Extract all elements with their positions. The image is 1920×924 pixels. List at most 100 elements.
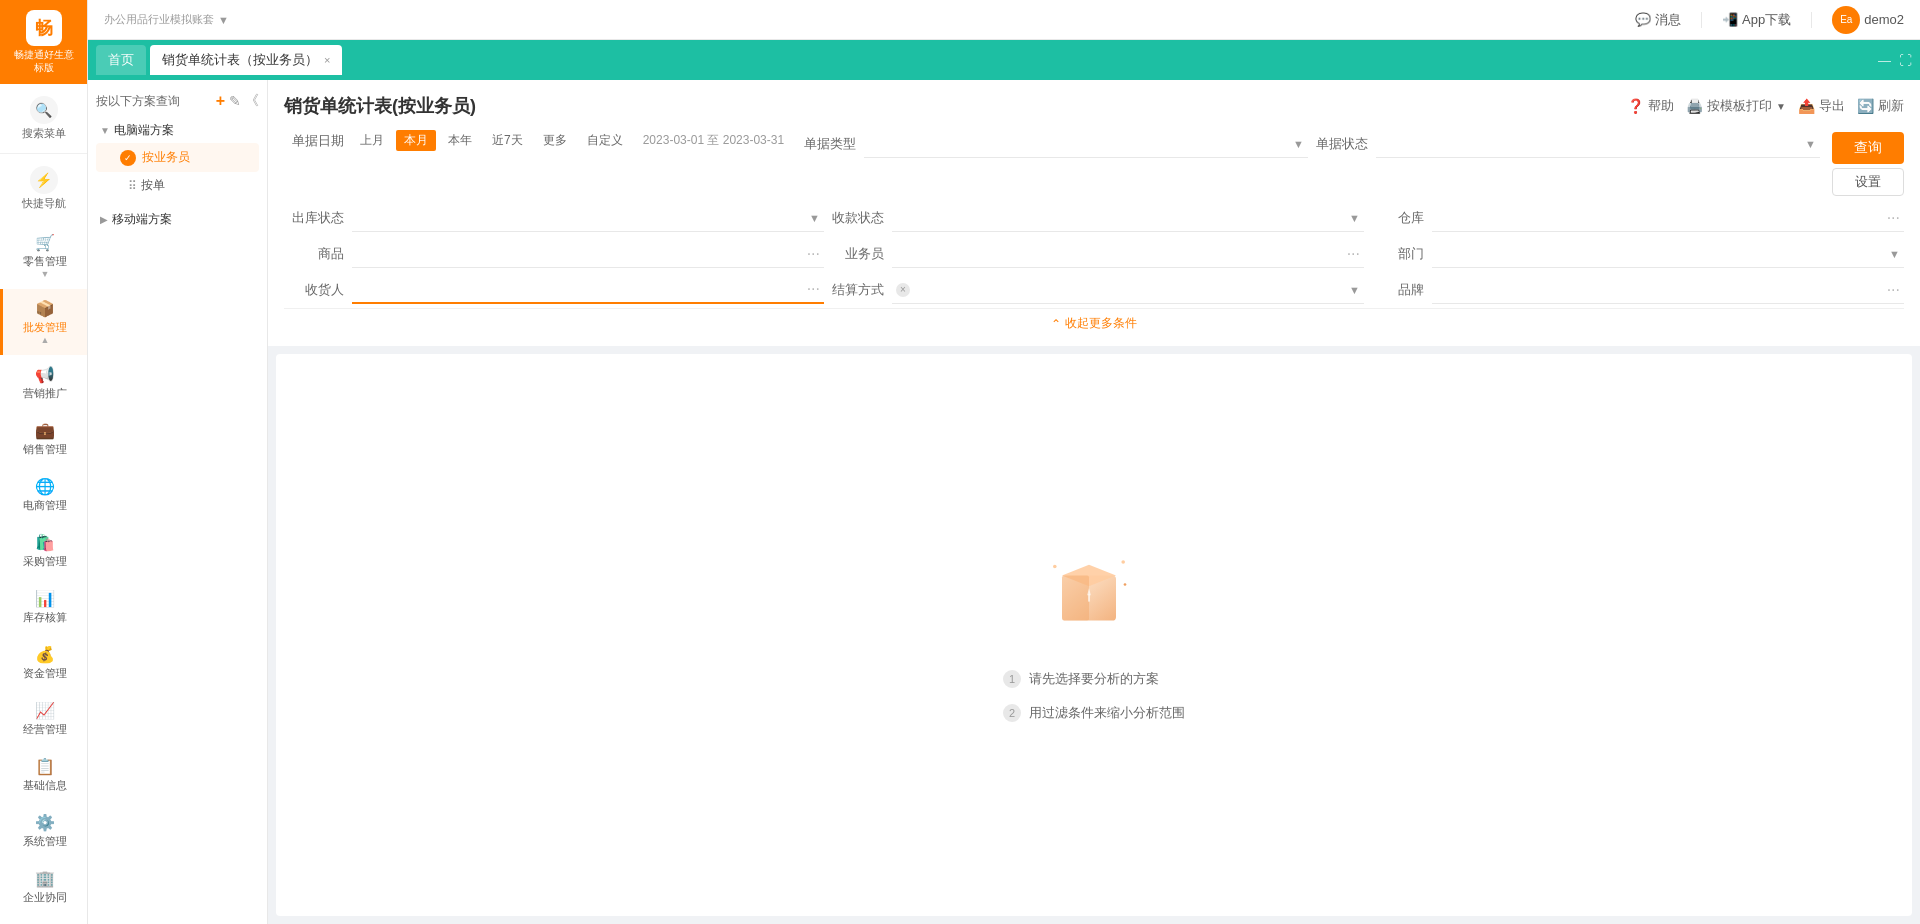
scheme-group-mobile: ▶ 移动端方案 bbox=[96, 207, 259, 232]
date-btn-last-month[interactable]: 上月 bbox=[352, 130, 392, 151]
shortcut-nav-button[interactable]: ⚡ 快捷导航 bbox=[4, 162, 83, 215]
export-icon: 📤 bbox=[1798, 98, 1815, 114]
left-panel-title: 按以下方案查询 + ✎ 《 bbox=[96, 92, 259, 110]
inventory-icon: 📊 bbox=[35, 589, 55, 608]
retail-icon: 🛒 bbox=[35, 233, 55, 252]
salesperson-input[interactable]: ··· bbox=[892, 240, 1364, 268]
sidebar-item-enterprise[interactable]: 🏢 企业协同 bbox=[0, 859, 87, 915]
company-selector[interactable]: 办公用品行业模拟账套 ▼ bbox=[104, 12, 229, 27]
logo-icon: 畅 bbox=[26, 10, 62, 46]
help-button[interactable]: ❓ 帮助 bbox=[1627, 97, 1674, 115]
salesperson-dots-icon: ··· bbox=[1347, 245, 1360, 263]
payment-status-select[interactable]: ▼ bbox=[892, 204, 1364, 232]
date-shortcuts: 上月 本月 本年 近7天 更多 自定义 2023-03-01 至 2023-03… bbox=[352, 130, 784, 151]
recipient-dots-icon: ··· bbox=[807, 280, 820, 298]
enterprise-icon: 🏢 bbox=[35, 869, 55, 888]
brand-input[interactable]: ··· bbox=[1432, 276, 1904, 304]
collapse-more-button[interactable]: ⌃ 收起更多条件 bbox=[284, 308, 1904, 338]
empty-step-2: 2 用过滤条件来缩小分析范围 bbox=[1003, 700, 1185, 726]
step2-num: 2 bbox=[1003, 704, 1021, 722]
search-menu-button[interactable]: 🔍 搜索菜单 bbox=[4, 92, 83, 145]
basic-icon: 📋 bbox=[35, 757, 55, 776]
doc-type-select[interactable]: ▼ bbox=[864, 130, 1308, 158]
doc-status-select[interactable]: ▼ bbox=[1376, 130, 1820, 158]
main-nav: 🛒 零售管理 ▼ 📦 批发管理 ▲ 📢 营销推广 💼 销售管理 🌐 电商管理 🛍… bbox=[0, 223, 87, 924]
collapse-arrow-icon: ⌃ bbox=[1051, 317, 1061, 331]
sidebar-search-area: 🔍 搜索菜单 bbox=[0, 84, 87, 154]
brand-dots-icon: ··· bbox=[1887, 281, 1900, 299]
refresh-button[interactable]: 🔄 刷新 bbox=[1857, 97, 1904, 115]
sidebar-shortcut-area: ⚡ 快捷导航 bbox=[0, 154, 87, 223]
user-menu-button[interactable]: Ea demo2 bbox=[1832, 6, 1904, 34]
svg-rect-7 bbox=[1088, 594, 1090, 601]
settings-button[interactable]: 设置 bbox=[1832, 168, 1904, 196]
tab-maximize-icon[interactable]: ⛶ bbox=[1899, 53, 1912, 68]
date-btn-this-month[interactable]: 本月 bbox=[396, 130, 436, 151]
export-button[interactable]: 📤 导出 bbox=[1798, 97, 1845, 115]
doc-status-arrow-icon: ▼ bbox=[1805, 138, 1816, 150]
tab-close-icon[interactable]: × bbox=[324, 54, 330, 66]
query-button[interactable]: 查询 bbox=[1832, 132, 1904, 164]
department-select[interactable]: ▼ bbox=[1432, 240, 1904, 268]
sidebar-item-system[interactable]: ⚙️ 系统管理 bbox=[0, 803, 87, 859]
settlement-filter-group: 结算方式 × ▼ bbox=[824, 276, 1364, 304]
department-label: 部门 bbox=[1364, 245, 1432, 263]
edit-scheme-button[interactable]: ✎ bbox=[229, 93, 241, 109]
collapse-panel-button[interactable]: 《 bbox=[245, 92, 259, 110]
settlement-clear-icon[interactable]: × bbox=[896, 283, 910, 297]
action-buttons: 查询 设置 bbox=[1832, 130, 1904, 196]
recipient-filter-group: 收货人 ··· bbox=[284, 276, 824, 304]
sidebar-item-finance[interactable]: 💰 资金管理 bbox=[0, 635, 87, 691]
mobile-scheme-toggle[interactable]: ▶ 移动端方案 bbox=[96, 207, 259, 232]
messages-button[interactable]: 💬 消息 bbox=[1635, 11, 1681, 29]
goods-input[interactable]: ··· bbox=[352, 240, 824, 268]
out-status-select[interactable]: ▼ bbox=[352, 204, 824, 232]
date-btn-this-year[interactable]: 本年 bbox=[440, 130, 480, 151]
date-btn-7days[interactable]: 近7天 bbox=[484, 130, 531, 151]
date-btn-custom[interactable]: 自定义 bbox=[579, 130, 631, 151]
settlement-select[interactable]: × ▼ bbox=[892, 276, 1364, 304]
sub-scheme-icon: ⠿ bbox=[128, 179, 137, 193]
print-button[interactable]: 🖨️ 按模板打印 ▼ bbox=[1686, 97, 1786, 115]
group-expand-icon: ▼ bbox=[100, 125, 110, 136]
goods-label: 商品 bbox=[284, 245, 352, 263]
tab-expand-area: — ⛶ bbox=[1878, 53, 1912, 68]
svg-point-4 bbox=[1121, 560, 1125, 564]
recipient-label: 收货人 bbox=[284, 281, 352, 299]
tab-home[interactable]: 首页 bbox=[96, 45, 146, 75]
avatar-text: Ea bbox=[1840, 14, 1852, 25]
sidebar-item-newbie[interactable]: 🌟 新手引导 bbox=[0, 915, 87, 924]
desktop-scheme-toggle[interactable]: ▼ 电脑端方案 bbox=[96, 118, 259, 143]
page-title: 销货单统计表(按业务员) bbox=[284, 94, 476, 118]
sidebar-item-marketing[interactable]: 📢 营销推广 bbox=[0, 355, 87, 411]
sidebar-item-basic[interactable]: 📋 基础信息 bbox=[0, 747, 87, 803]
refresh-icon: 🔄 bbox=[1857, 98, 1874, 114]
shortcut-icon: ⚡ bbox=[30, 166, 58, 194]
sidebar-item-inventory[interactable]: 📊 库存核算 bbox=[0, 579, 87, 635]
content-header-area: 销货单统计表(按业务员) ❓ 帮助 🖨️ 按模板打印 ▼ 📤 bbox=[268, 80, 1920, 130]
sidebar-item-operation[interactable]: 📈 经营管理 bbox=[0, 691, 87, 747]
date-btn-more[interactable]: 更多 bbox=[535, 130, 575, 151]
sidebar-item-ecommerce[interactable]: 🌐 电商管理 bbox=[0, 467, 87, 523]
add-scheme-button[interactable]: + bbox=[216, 92, 225, 110]
scheme-item-by-salesperson[interactable]: ✓ 按业务员 bbox=[96, 143, 259, 172]
tab-current[interactable]: 销货单统计表（按业务员） × bbox=[150, 45, 342, 75]
filter-section: 单据日期 上月 本月 本年 近7天 更多 自定义 2023-03-01 至 20… bbox=[268, 130, 1920, 346]
company-name: 办公用品行业模拟账套 bbox=[104, 12, 214, 27]
sidebar-item-sales[interactable]: 💼 销售管理 bbox=[0, 411, 87, 467]
sidebar-item-wholesale[interactable]: 📦 批发管理 ▲ bbox=[0, 289, 87, 355]
sidebar-item-retail[interactable]: 🛒 零售管理 ▼ bbox=[0, 223, 87, 289]
sidebar-item-purchase[interactable]: 🛍️ 采购管理 bbox=[0, 523, 87, 579]
warehouse-input[interactable]: ··· bbox=[1432, 204, 1904, 232]
left-panel: 按以下方案查询 + ✎ 《 ▼ 电脑端方案 ✓ 按业务员 ⠿ 按 bbox=[88, 80, 268, 924]
recipient-input[interactable]: ··· bbox=[352, 276, 824, 304]
by-salesperson-label: 按业务员 bbox=[142, 149, 190, 166]
filter-row-3: 商品 ··· 业务员 ··· 部门 ▼ bbox=[284, 240, 1904, 268]
empty-state-content: 1 请先选择要分析的方案 2 用过滤条件来缩小分析范围 bbox=[1003, 544, 1185, 726]
empty-step-1: 1 请先选择要分析的方案 bbox=[1003, 666, 1185, 692]
tab-minimize-icon[interactable]: — bbox=[1878, 53, 1891, 68]
app-download-button[interactable]: 📲 App下载 bbox=[1722, 11, 1791, 29]
scheme-item-by-order[interactable]: ⠿ 按单 bbox=[96, 172, 259, 199]
doc-status-label: 单据状态 bbox=[1308, 135, 1376, 153]
group-expand-icon-2: ▶ bbox=[100, 214, 108, 225]
